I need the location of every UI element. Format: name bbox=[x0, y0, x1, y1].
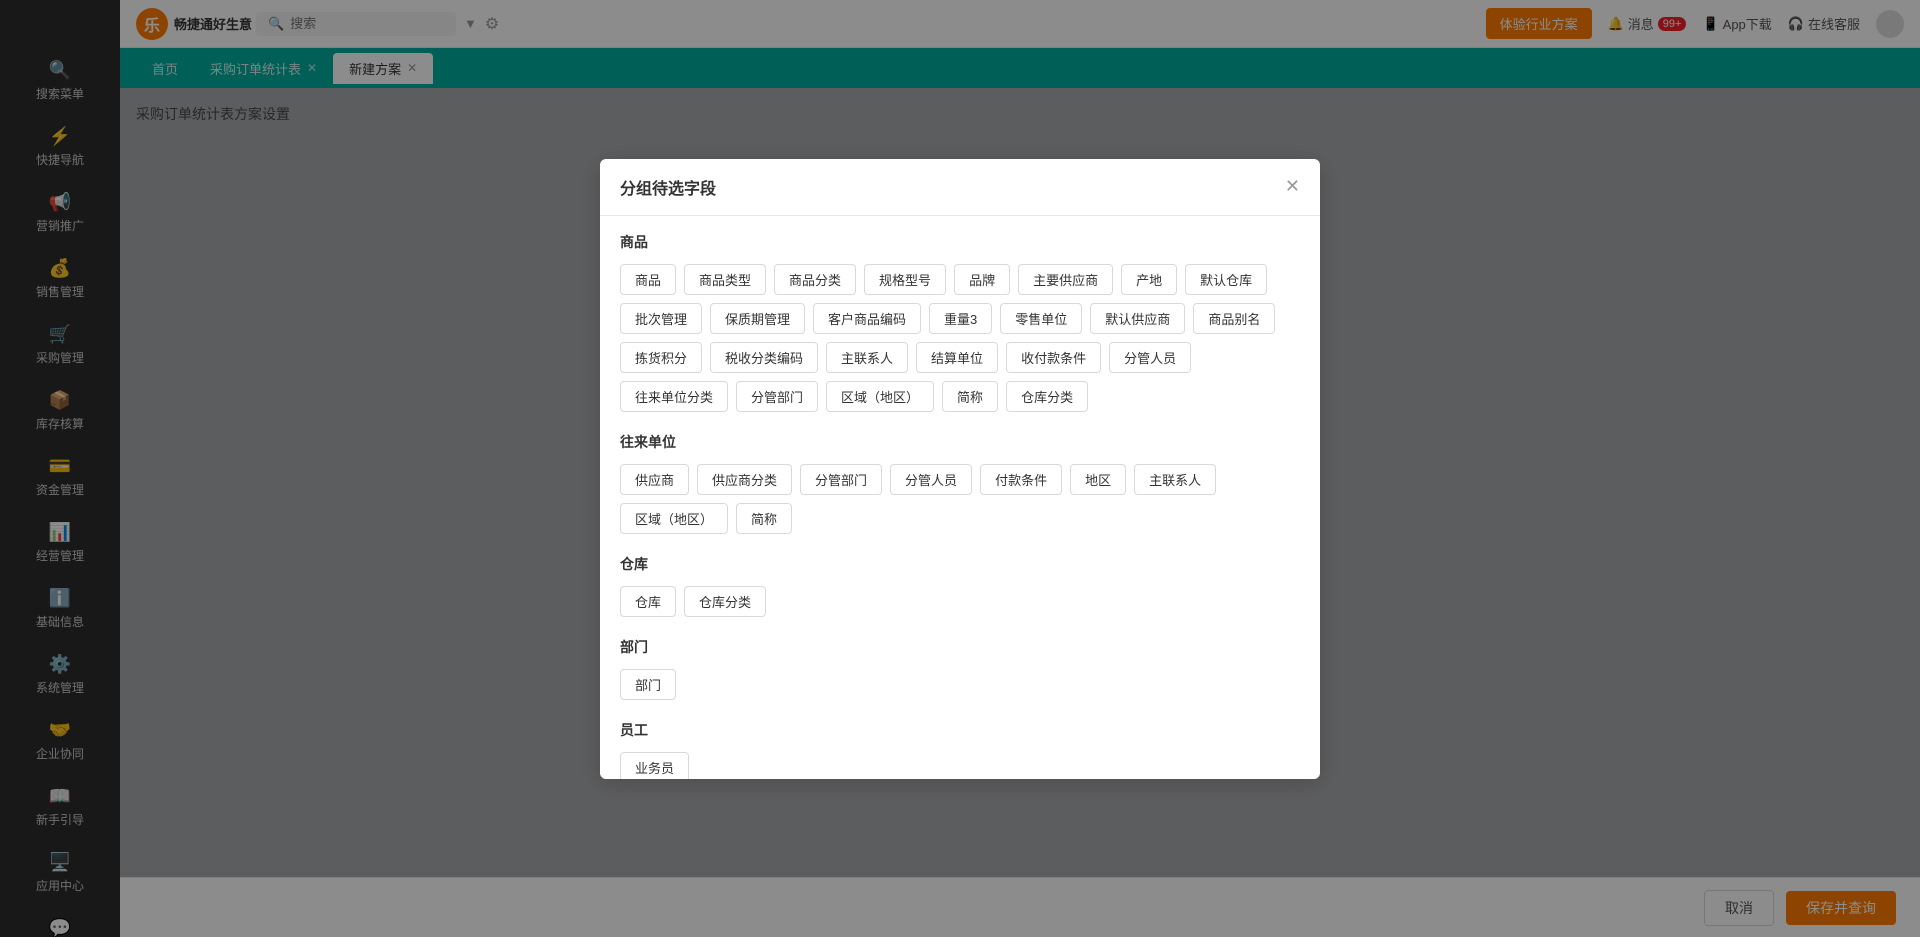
field-section-employee: 员工业务员 bbox=[620, 720, 1300, 779]
field-grid-warehouse: 仓库仓库分类 bbox=[620, 586, 1300, 617]
field-tag-goods-3[interactable]: 规格型号 bbox=[864, 264, 946, 295]
field-tag-goods-14[interactable]: 商品别名 bbox=[1193, 303, 1275, 334]
field-tag-goods-19[interactable]: 收付款条件 bbox=[1006, 342, 1101, 373]
field-tag-partner-0[interactable]: 供应商 bbox=[620, 464, 689, 495]
field-tag-goods-4[interactable]: 品牌 bbox=[954, 264, 1010, 295]
modal-dialog: 分组待选字段 ✕ 商品商品商品类型商品分类规格型号品牌主要供应商产地默认仓库批次… bbox=[600, 159, 1320, 779]
field-tag-employee-0[interactable]: 业务员 bbox=[620, 752, 689, 779]
field-grid-employee: 业务员 bbox=[620, 752, 1300, 779]
field-tag-goods-18[interactable]: 结算单位 bbox=[916, 342, 998, 373]
field-tag-goods-22[interactable]: 分管部门 bbox=[736, 381, 818, 412]
modal-header: 分组待选字段 ✕ bbox=[600, 159, 1320, 216]
field-tag-partner-7[interactable]: 区域（地区） bbox=[620, 503, 728, 534]
field-tag-goods-8[interactable]: 批次管理 bbox=[620, 303, 702, 334]
field-tag-partner-3[interactable]: 分管人员 bbox=[890, 464, 972, 495]
field-tag-partner-2[interactable]: 分管部门 bbox=[800, 464, 882, 495]
field-tag-goods-17[interactable]: 主联系人 bbox=[826, 342, 908, 373]
field-tag-goods-15[interactable]: 拣货积分 bbox=[620, 342, 702, 373]
field-tag-goods-23[interactable]: 区域（地区） bbox=[826, 381, 934, 412]
section-title-department: 部门 bbox=[620, 637, 1300, 657]
field-tag-goods-11[interactable]: 重量3 bbox=[929, 303, 992, 334]
field-tag-partner-8[interactable]: 简称 bbox=[736, 503, 792, 534]
field-tag-warehouse-1[interactable]: 仓库分类 bbox=[684, 586, 766, 617]
modal-body: 商品商品商品类型商品分类规格型号品牌主要供应商产地默认仓库批次管理保质期管理客户… bbox=[600, 216, 1320, 779]
field-section-department: 部门部门 bbox=[620, 637, 1300, 700]
field-tag-goods-25[interactable]: 仓库分类 bbox=[1006, 381, 1088, 412]
section-title-employee: 员工 bbox=[620, 720, 1300, 740]
field-tag-department-0[interactable]: 部门 bbox=[620, 669, 676, 700]
field-tag-goods-1[interactable]: 商品类型 bbox=[684, 264, 766, 295]
field-tag-partner-4[interactable]: 付款条件 bbox=[980, 464, 1062, 495]
field-grid-partner: 供应商供应商分类分管部门分管人员付款条件地区主联系人区域（地区） 简称 bbox=[620, 464, 1300, 534]
field-tag-goods-20[interactable]: 分管人员 bbox=[1109, 342, 1191, 373]
section-title-warehouse: 仓库 bbox=[620, 554, 1300, 574]
field-tag-goods-7[interactable]: 默认仓库 bbox=[1185, 264, 1267, 295]
field-section-partner: 往来单位供应商供应商分类分管部门分管人员付款条件地区主联系人区域（地区） 简称 bbox=[620, 432, 1300, 534]
field-tag-goods-16[interactable]: 税收分类编码 bbox=[710, 342, 818, 373]
modal-overlay: 分组待选字段 ✕ 商品商品商品类型商品分类规格型号品牌主要供应商产地默认仓库批次… bbox=[0, 0, 1920, 937]
field-tag-warehouse-0[interactable]: 仓库 bbox=[620, 586, 676, 617]
modal-title: 分组待选字段 bbox=[620, 175, 716, 199]
section-title-partner: 往来单位 bbox=[620, 432, 1300, 452]
field-tag-goods-12[interactable]: 零售单位 bbox=[1000, 303, 1082, 334]
field-tag-goods-5[interactable]: 主要供应商 bbox=[1018, 264, 1113, 295]
section-title-goods: 商品 bbox=[620, 232, 1300, 252]
field-grid-department: 部门 bbox=[620, 669, 1300, 700]
field-tag-goods-21[interactable]: 往来单位分类 bbox=[620, 381, 728, 412]
field-section-warehouse: 仓库仓库仓库分类 bbox=[620, 554, 1300, 617]
field-tag-goods-9[interactable]: 保质期管理 bbox=[710, 303, 805, 334]
field-grid-goods: 商品商品类型商品分类规格型号品牌主要供应商产地默认仓库批次管理保质期管理客户商品… bbox=[620, 264, 1300, 412]
field-tag-goods-0[interactable]: 商品 bbox=[620, 264, 676, 295]
modal-close-button[interactable]: ✕ bbox=[1285, 176, 1300, 197]
field-tag-goods-2[interactable]: 商品分类 bbox=[774, 264, 856, 295]
field-tag-partner-6[interactable]: 主联系人 bbox=[1134, 464, 1216, 495]
field-tag-goods-6[interactable]: 产地 bbox=[1121, 264, 1177, 295]
field-tag-goods-24[interactable]: 简称 bbox=[942, 381, 998, 412]
field-tag-goods-10[interactable]: 客户商品编码 bbox=[813, 303, 921, 334]
field-tag-goods-13[interactable]: 默认供应商 bbox=[1090, 303, 1185, 334]
field-tag-partner-5[interactable]: 地区 bbox=[1070, 464, 1126, 495]
field-section-goods: 商品商品商品类型商品分类规格型号品牌主要供应商产地默认仓库批次管理保质期管理客户… bbox=[620, 232, 1300, 412]
field-tag-partner-1[interactable]: 供应商分类 bbox=[697, 464, 792, 495]
